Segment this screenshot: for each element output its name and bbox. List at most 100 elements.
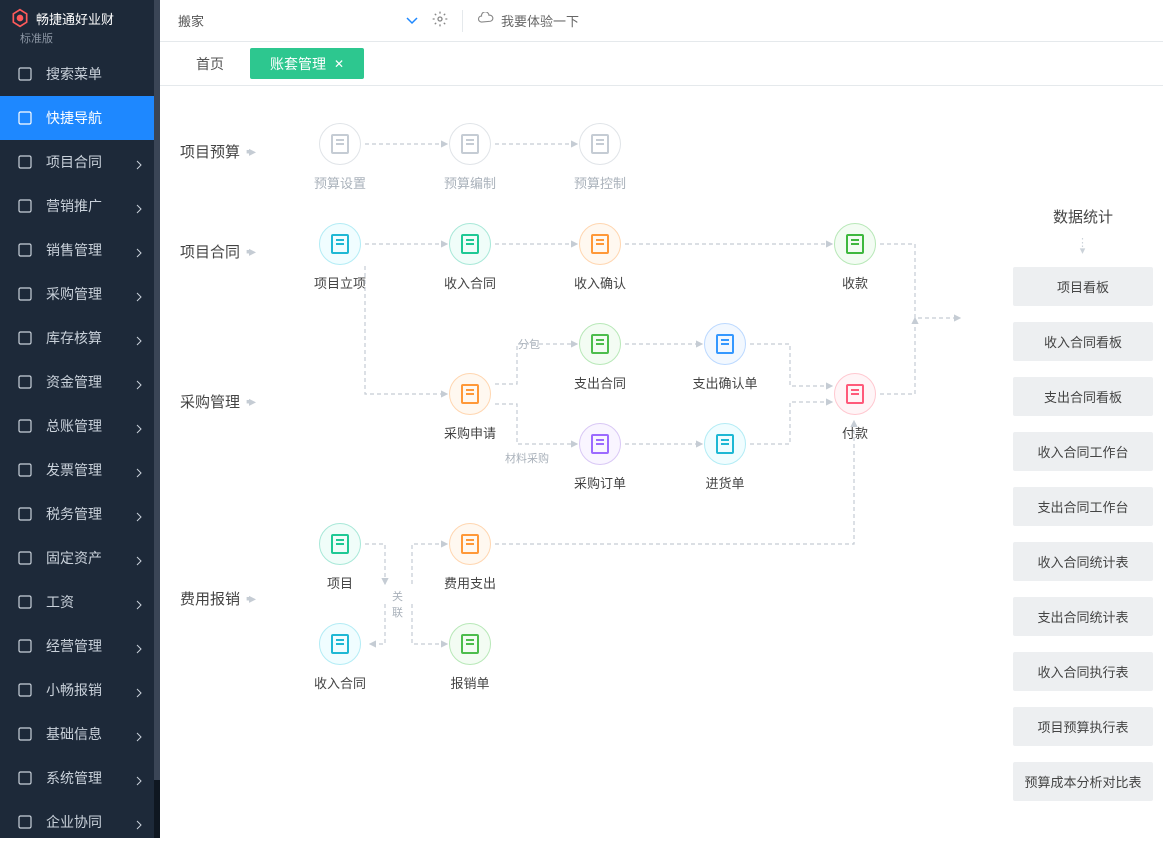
sidebar-item-4[interactable]: 销售管理	[0, 228, 160, 272]
gift-icon	[16, 197, 34, 215]
sidebar-item-9[interactable]: 发票管理	[0, 448, 160, 492]
sidebar-item-6[interactable]: 库存核算	[0, 316, 160, 360]
sidebar-item-label: 库存核算	[46, 328, 102, 348]
sidebar-item-label: 发票管理	[46, 460, 102, 480]
stats-button-9[interactable]: 预算成本分析对比表	[1013, 762, 1153, 801]
sidebar-item-12[interactable]: 工资	[0, 580, 160, 624]
brand-name: 畅捷通好业财	[36, 9, 114, 28]
chevron-right-icon	[134, 157, 144, 167]
node-reimburse[interactable]: 报销单	[430, 623, 510, 692]
sidebar-item-label: 采购管理	[46, 284, 102, 304]
node-receipt[interactable]: 收款	[815, 223, 895, 292]
row-label-contract: 项目合同▪▸	[180, 241, 254, 262]
sidebar-item-label: 销售管理	[46, 240, 102, 260]
sidebar-item-7[interactable]: 资金管理	[0, 360, 160, 404]
sidebar-item-label: 营销推广	[46, 196, 102, 216]
company-selector[interactable]: 搬家	[178, 11, 418, 30]
node-purchase-apply[interactable]: 采购申请	[430, 373, 510, 442]
collab-icon	[16, 813, 34, 831]
node-income-confirm[interactable]: 收入确认	[560, 223, 640, 292]
sidebar-item-label: 基础信息	[46, 724, 102, 744]
node-expense-confirm[interactable]: 支出确认单	[685, 323, 765, 392]
node-expense-contract[interactable]: 支出合同	[560, 323, 640, 392]
node-income-contract-2[interactable]: 收入合同	[300, 623, 380, 692]
chevron-right-icon	[134, 289, 144, 299]
chevron-right-icon	[134, 553, 144, 563]
row-label-purchase: 采购管理▪▸	[180, 391, 254, 412]
flow-canvas: 项目预算▪▸ 项目合同▪▸ 采购管理▪▸ 费用报销▪▸ 预算设置 预算编制 预算…	[160, 86, 1163, 838]
sidebar-item-1[interactable]: 快捷导航	[0, 96, 160, 140]
refresh-icon	[16, 681, 34, 699]
wage-icon	[16, 593, 34, 611]
sidebar-item-3[interactable]: 营销推广	[0, 184, 160, 228]
gear-icon[interactable]	[432, 11, 448, 30]
sidebar-item-11[interactable]: 固定资产	[0, 536, 160, 580]
stats-button-4[interactable]: 支出合同工作台	[1013, 487, 1153, 526]
sidebar-item-label: 企业协同	[46, 812, 102, 832]
tab-home[interactable]: 首页	[176, 48, 244, 79]
stats-button-1[interactable]: 收入合同看板	[1013, 322, 1153, 361]
sidebar-item-label: 工资	[46, 592, 74, 612]
sidebar: 畅捷通好业财 标准版 搜索菜单快捷导航项目合同营销推广销售管理采购管理库存核算资…	[0, 0, 160, 838]
stats-button-2[interactable]: 支出合同看板	[1013, 377, 1153, 416]
stats-button-5[interactable]: 收入合同统计表	[1013, 542, 1153, 581]
bag-icon	[16, 285, 34, 303]
tab-account-mgmt[interactable]: 账套管理 ✕	[250, 48, 364, 79]
sidebar-item-16[interactable]: 系统管理	[0, 756, 160, 800]
tab-label: 首页	[196, 54, 224, 74]
company-name: 搬家	[178, 11, 204, 30]
row-label-budget: 项目预算▪▸	[180, 141, 254, 162]
warehouse-icon	[16, 329, 34, 347]
close-icon[interactable]: ✕	[334, 57, 344, 71]
yen-icon	[16, 373, 34, 391]
arrow-icon: ▪▸	[246, 243, 254, 260]
chevron-right-icon	[134, 333, 144, 343]
arrow-icon: ▪▸	[246, 393, 254, 410]
node-budget-setup[interactable]: 预算设置	[300, 123, 380, 192]
info-icon	[16, 725, 34, 743]
sidebar-item-label: 经营管理	[46, 636, 102, 656]
stats-button-0[interactable]: 项目看板	[1013, 267, 1153, 306]
sidebar-item-label: 项目合同	[46, 152, 102, 172]
node-payment[interactable]: 付款	[815, 373, 895, 442]
asset-icon	[16, 549, 34, 567]
node-project-init[interactable]: 项目立项	[300, 223, 380, 292]
node-income-contract[interactable]: 收入合同	[430, 223, 510, 292]
sidebar-item-10[interactable]: 税务管理	[0, 492, 160, 536]
hint-relation: 关 联	[392, 588, 403, 620]
stats-button-3[interactable]: 收入合同工作台	[1013, 432, 1153, 471]
arrow-icon: ▪▸	[246, 590, 254, 607]
sidebar-item-15[interactable]: 基础信息	[0, 712, 160, 756]
card-icon	[16, 153, 34, 171]
ledger-icon	[16, 417, 34, 435]
node-budget-compile[interactable]: 预算编制	[430, 123, 510, 192]
stats-button-6[interactable]: 支出合同统计表	[1013, 597, 1153, 636]
sidebar-item-label: 税务管理	[46, 504, 102, 524]
sidebar-item-0[interactable]: 搜索菜单	[0, 52, 160, 96]
sidebar-item-17[interactable]: 企业协同	[0, 800, 160, 844]
chevron-right-icon	[134, 729, 144, 739]
chevron-down-icon	[406, 13, 418, 28]
node-expense-out[interactable]: 费用支出	[430, 523, 510, 592]
sidebar-item-label: 小畅报销	[46, 680, 102, 700]
stats-title: 数据统计	[1013, 206, 1153, 227]
sidebar-item-2[interactable]: 项目合同	[0, 140, 160, 184]
chevron-right-icon	[134, 201, 144, 211]
sidebar-item-5[interactable]: 采购管理	[0, 272, 160, 316]
node-project[interactable]: 项目	[300, 523, 380, 592]
sidebar-item-8[interactable]: 总账管理	[0, 404, 160, 448]
chevron-right-icon	[134, 465, 144, 475]
tab-label: 账套管理	[270, 54, 326, 74]
experience-link[interactable]: 我要体验一下	[477, 11, 579, 30]
receipt-icon	[16, 461, 34, 479]
node-purchase-order[interactable]: 采购订单	[560, 423, 640, 492]
sidebar-item-14[interactable]: 小畅报销	[0, 668, 160, 712]
chevron-right-icon	[134, 597, 144, 607]
chevron-right-icon	[134, 773, 144, 783]
sidebar-item-13[interactable]: 经营管理	[0, 624, 160, 668]
node-budget-control[interactable]: 预算控制	[560, 123, 640, 192]
node-stock-in[interactable]: 进货单	[685, 423, 765, 492]
stats-button-8[interactable]: 项目预算执行表	[1013, 707, 1153, 746]
stats-button-7[interactable]: 收入合同执行表	[1013, 652, 1153, 691]
hint-material: 材料采购	[505, 450, 549, 466]
